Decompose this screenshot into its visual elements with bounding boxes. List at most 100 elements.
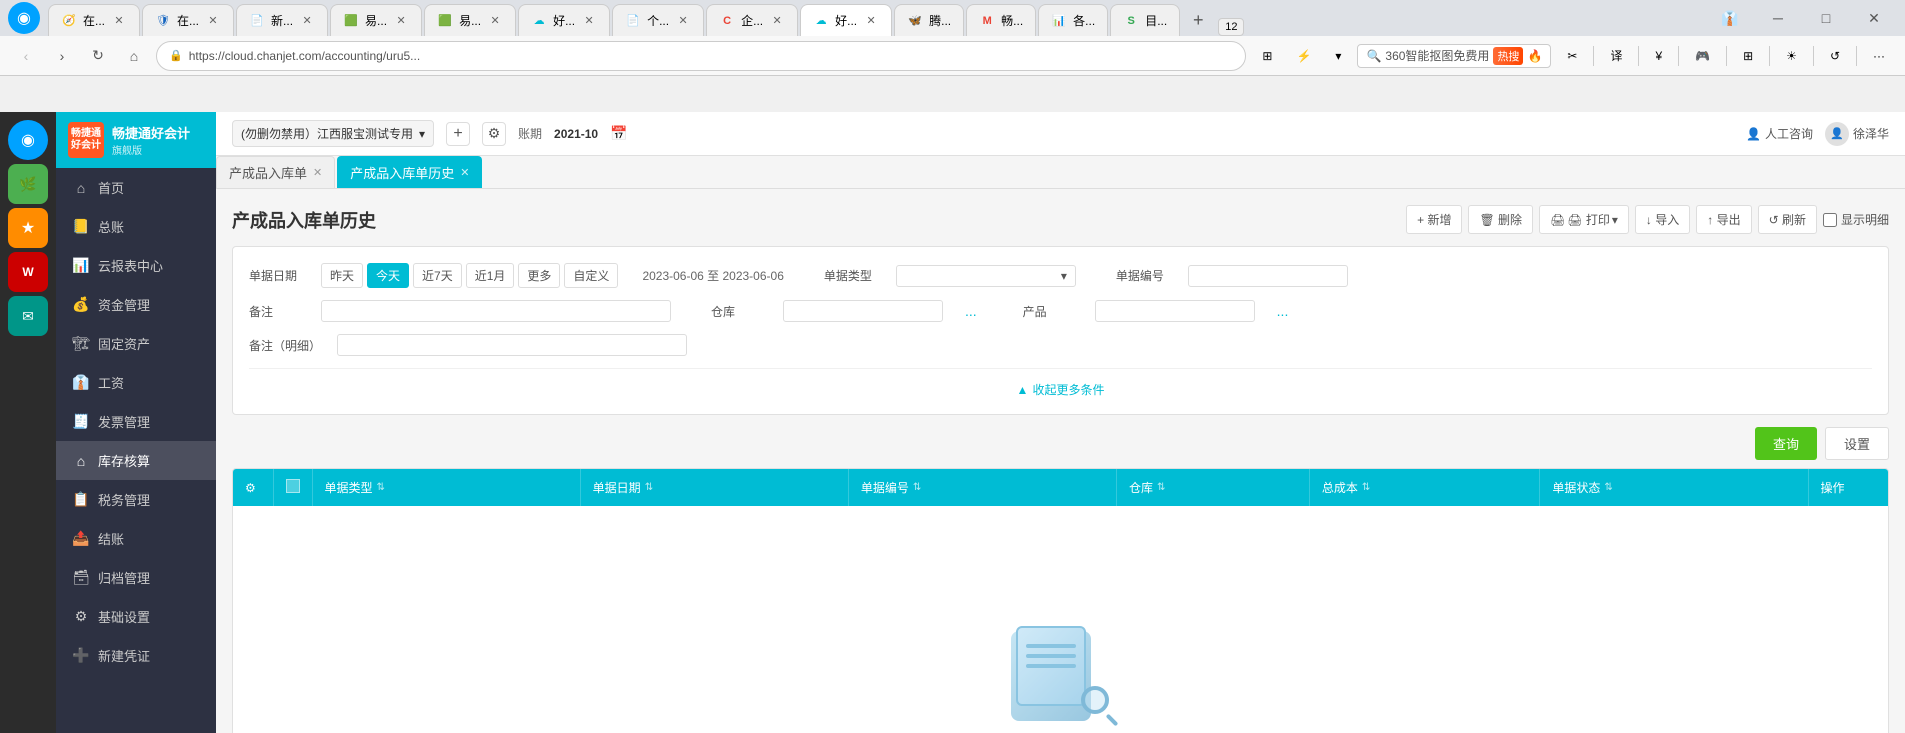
- sun-button[interactable]: ☀: [1778, 45, 1805, 67]
- sidebar-item-invoice[interactable]: 🧾 发票管理: [56, 402, 216, 441]
- forward-button[interactable]: ›: [48, 42, 76, 70]
- tab-nav10[interactable]: 🦋 腾...: [894, 4, 964, 36]
- print-button[interactable]: 🖨 🖨 打印 ▾: [1539, 205, 1629, 234]
- product-picker-icon[interactable]: ...: [1271, 300, 1295, 322]
- tab-nav9-close[interactable]: ✕: [863, 13, 879, 29]
- page-tab-list[interactable]: 产成品入库单 ✕: [216, 156, 335, 188]
- back-button[interactable]: ‹: [12, 42, 40, 70]
- new-tab-button[interactable]: +: [1182, 4, 1214, 36]
- doc-status-col-header[interactable]: 单据状态 ⇅: [1540, 469, 1808, 506]
- show-details-checkbox[interactable]: [1823, 213, 1837, 227]
- user-avatar[interactable]: 👤 徐泽华: [1825, 122, 1889, 146]
- topbar-settings-button[interactable]: ⚙: [482, 122, 506, 146]
- app-mail-icon[interactable]: ✉: [8, 296, 48, 336]
- warehouse-picker-icon[interactable]: ...: [959, 300, 983, 322]
- add-company-button[interactable]: +: [446, 122, 470, 146]
- tab-nav3-close[interactable]: ✕: [299, 13, 315, 29]
- more-date-btn[interactable]: 更多: [518, 263, 560, 288]
- refresh-button-main[interactable]: ↺ 刷新: [1758, 205, 1817, 234]
- tab-count-badge[interactable]: 12: [1218, 18, 1244, 36]
- tab-nav1[interactable]: 🧭 在... ✕: [48, 4, 140, 36]
- delete-button[interactable]: 🗑 删除: [1468, 205, 1533, 234]
- last7-btn[interactable]: 近7天: [413, 263, 462, 288]
- more-browser-button[interactable]: ···: [1865, 45, 1893, 67]
- sidebar-item-salary[interactable]: 👔 工资: [56, 363, 216, 402]
- refresh-button[interactable]: ↻: [84, 42, 112, 70]
- settings-button[interactable]: 设置: [1825, 427, 1889, 460]
- doc-date-col-header[interactable]: 单据日期 ⇅: [580, 469, 848, 506]
- url-bar[interactable]: 🔒 https://cloud.chanjet.com/accounting/u…: [156, 41, 1246, 71]
- tab-nav1-close[interactable]: ✕: [111, 13, 127, 29]
- product-input[interactable]: [1095, 300, 1255, 322]
- sidebar-item-fund[interactable]: 💰 资金管理: [56, 285, 216, 324]
- sidebar-item-inventory[interactable]: ⌂ 库存核算: [56, 441, 216, 480]
- maximize-button[interactable]: □: [1803, 0, 1849, 36]
- warehouse-col-header[interactable]: 仓库 ⇅: [1117, 469, 1310, 506]
- yesterday-btn[interactable]: 昨天: [321, 263, 363, 288]
- tab-nav5-close[interactable]: ✕: [487, 13, 503, 29]
- currency-button[interactable]: ¥: [1647, 45, 1670, 67]
- gear-col-header[interactable]: ⚙: [233, 469, 273, 506]
- lightning-button[interactable]: ⚡: [1288, 45, 1319, 67]
- tab-nav6[interactable]: ☁ 好... ✕: [518, 4, 610, 36]
- shirt-icon[interactable]: 👔: [1707, 0, 1753, 36]
- search-bar[interactable]: 🔍 360智能抠图免费用 热搜 🔥: [1357, 44, 1551, 68]
- minimize-button[interactable]: ─: [1755, 0, 1801, 36]
- sidebar-item-ledger[interactable]: 📒 总账: [56, 207, 216, 246]
- doc-type-col-header[interactable]: 单据类型 ⇅: [312, 469, 580, 506]
- tab-nav8[interactable]: C 企... ✕: [706, 4, 798, 36]
- service-button[interactable]: 👤 人工咨询: [1746, 125, 1813, 142]
- tab-nav6-close[interactable]: ✕: [581, 13, 597, 29]
- scissors-button[interactable]: ✂: [1559, 45, 1585, 67]
- tab-nav8-close[interactable]: ✕: [769, 13, 785, 29]
- tab-nav2[interactable]: 🛡 在... ✕: [142, 4, 234, 36]
- page-tab-history-close[interactable]: ✕: [460, 166, 469, 179]
- tab-nav2-close[interactable]: ✕: [205, 13, 221, 29]
- collapse-button[interactable]: ▲ 收起更多条件: [1017, 381, 1105, 398]
- sidebar-item-new-entry[interactable]: ➕ 新建凭证: [56, 636, 216, 675]
- notes-input[interactable]: [321, 300, 671, 322]
- tab-nav4-close[interactable]: ✕: [393, 13, 409, 29]
- tab-nav9[interactable]: ☁ 好... ✕: [800, 4, 892, 36]
- sidebar-item-cloud-report[interactable]: 📊 云报表中心: [56, 246, 216, 285]
- today-btn[interactable]: 今天: [367, 263, 409, 288]
- page-tab-list-close[interactable]: ✕: [313, 166, 322, 179]
- query-button[interactable]: 查询: [1755, 427, 1817, 460]
- export-button[interactable]: ↑ 导出: [1696, 205, 1751, 234]
- sidebar-item-fixed-assets[interactable]: 🏗 固定资产: [56, 324, 216, 363]
- add-button[interactable]: + 新增: [1406, 205, 1462, 234]
- app-main-icon[interactable]: 🌿: [8, 164, 48, 204]
- tab-nav7-close[interactable]: ✕: [675, 13, 691, 29]
- doc-no-col-header[interactable]: 单据编号 ⇅: [848, 469, 1116, 506]
- show-details-label[interactable]: 显示明细: [1823, 211, 1889, 228]
- doc-no-input[interactable]: [1188, 265, 1348, 287]
- sidebar-item-settings[interactable]: ⚙ 基础设置: [56, 597, 216, 636]
- app-weibo-icon[interactable]: W: [8, 252, 48, 292]
- translate-button[interactable]: 译: [1602, 43, 1630, 68]
- total-cost-col-header[interactable]: 总成本 ⇅: [1309, 469, 1539, 506]
- tab-nav7[interactable]: 📄 个... ✕: [612, 4, 704, 36]
- sidebar-item-checkout[interactable]: 📤 结账: [56, 519, 216, 558]
- import-button[interactable]: ↓ 导入: [1635, 205, 1690, 234]
- company-selector[interactable]: (勿删勿禁用）江西服宝测试专用 ▾: [232, 120, 434, 147]
- app-star-icon[interactable]: ★: [8, 208, 48, 248]
- tab-nav3[interactable]: 📄 新... ✕: [236, 4, 328, 36]
- last1m-btn[interactable]: 近1月: [466, 263, 515, 288]
- grid-button[interactable]: ⊞: [1735, 45, 1761, 67]
- notes-detail-input[interactable]: [337, 334, 687, 356]
- undo-button[interactable]: ↺: [1822, 45, 1848, 67]
- tab-nav11[interactable]: M 畅...: [966, 4, 1036, 36]
- calendar-icon[interactable]: 📅: [610, 125, 627, 142]
- tab-nav12[interactable]: 📊 各...: [1038, 4, 1108, 36]
- check-col-header[interactable]: [273, 469, 312, 506]
- tab-nav4[interactable]: 🟩 易... ✕: [330, 4, 422, 36]
- tab-nav13[interactable]: S 目...: [1110, 4, 1180, 36]
- sidebar-item-tax[interactable]: 📋 税务管理: [56, 480, 216, 519]
- doc-type-select[interactable]: ▾: [896, 265, 1076, 287]
- warehouse-input[interactable]: [783, 300, 943, 322]
- custom-date-btn[interactable]: 自定义: [564, 263, 618, 288]
- grid-view-button[interactable]: ⊞: [1254, 45, 1280, 67]
- tab-nav5[interactable]: 🟩 易... ✕: [424, 4, 516, 36]
- page-tab-history[interactable]: 产成品入库单历史 ✕: [337, 156, 482, 188]
- dropdown-button[interactable]: ▾: [1327, 45, 1349, 67]
